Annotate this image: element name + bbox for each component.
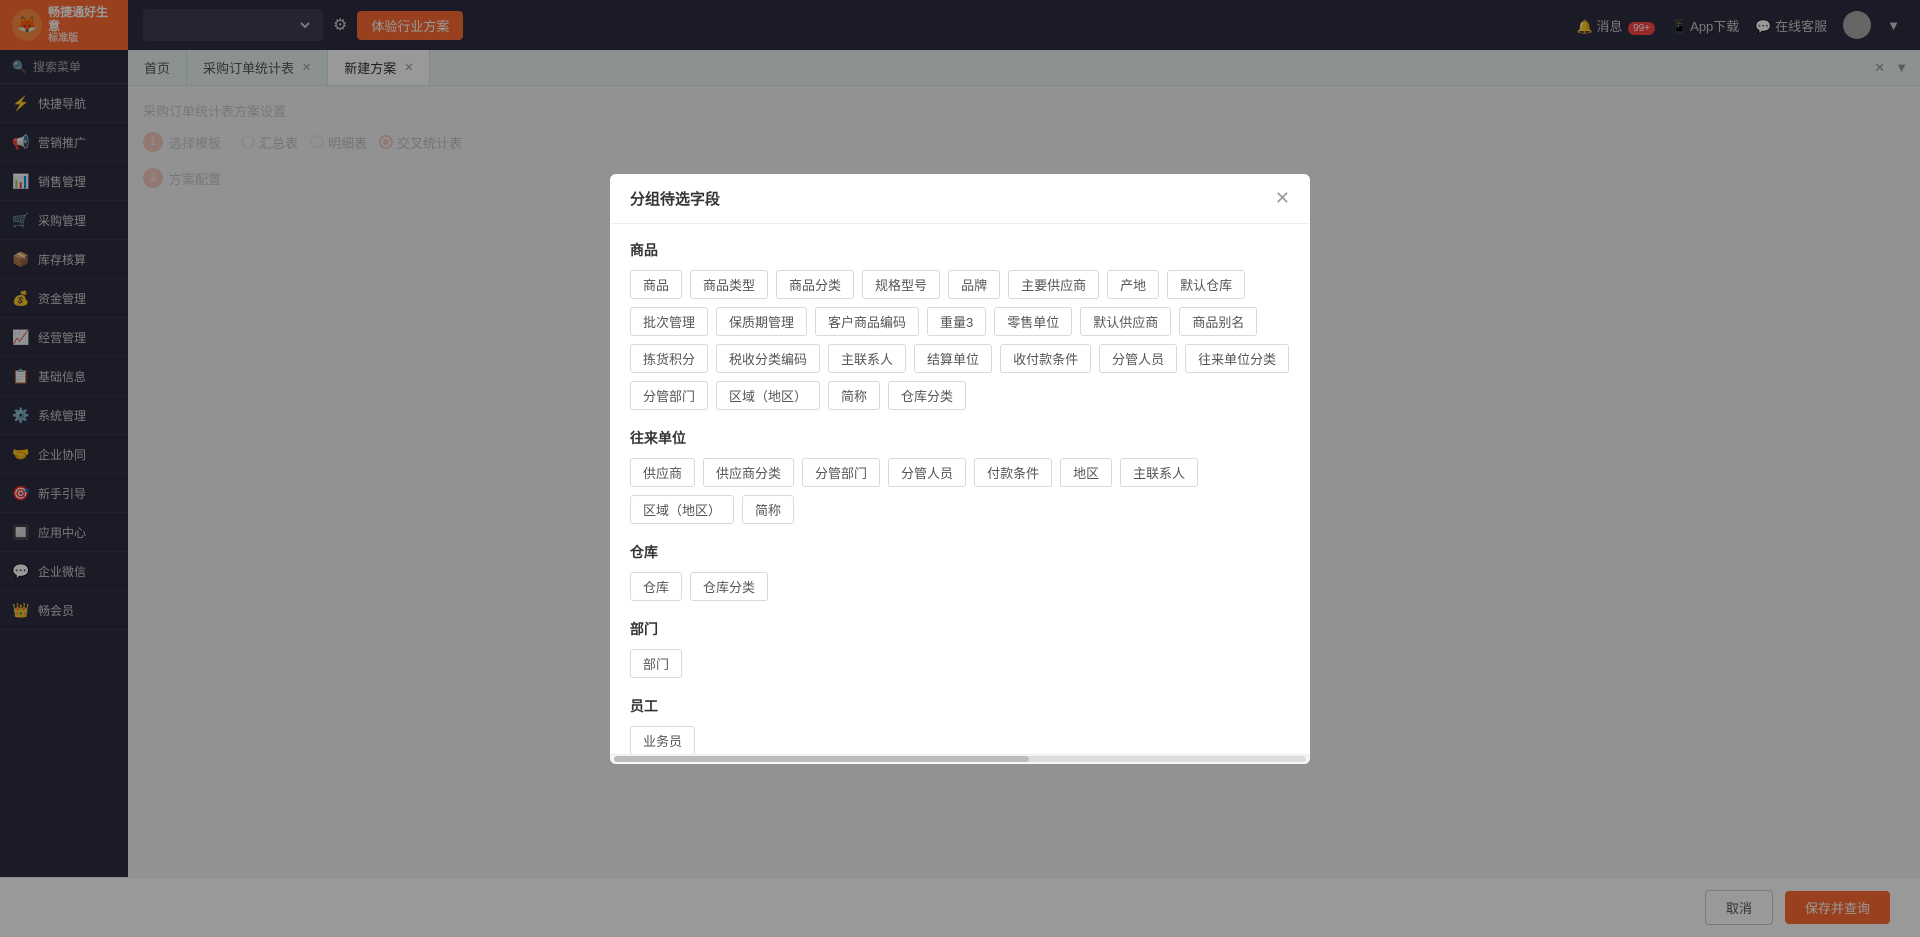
dialog-scrollbar-bottom bbox=[610, 754, 1310, 764]
section-employee: 员工业务员 bbox=[630, 696, 1290, 754]
field-tag-product-15[interactable]: 拣货积分 bbox=[630, 344, 708, 373]
field-tag-partner-3[interactable]: 分管人员 bbox=[888, 458, 966, 487]
field-tag-partner-8[interactable]: 简称 bbox=[742, 495, 794, 524]
field-tags-partner: 供应商供应商分类分管部门分管人员付款条件地区主联系人区域（地区） 简称 bbox=[630, 458, 1290, 524]
field-tag-partner-7[interactable]: 区域（地区） bbox=[630, 495, 734, 524]
field-tag-partner-2[interactable]: 分管部门 bbox=[802, 458, 880, 487]
field-tag-partner-4[interactable]: 付款条件 bbox=[974, 458, 1052, 487]
field-tag-partner-0[interactable]: 供应商 bbox=[630, 458, 695, 487]
section-title-product: 商品 bbox=[630, 240, 1290, 260]
field-tag-product-21[interactable]: 往来单位分类 bbox=[1185, 344, 1289, 373]
field-tag-product-7[interactable]: 默认仓库 bbox=[1167, 270, 1245, 299]
field-tag-product-2[interactable]: 商品分类 bbox=[776, 270, 854, 299]
field-tag-product-10[interactable]: 客户商品编码 bbox=[815, 307, 919, 336]
section-title-warehouse: 仓库 bbox=[630, 542, 1290, 562]
scrollbar-thumb bbox=[614, 756, 1029, 762]
horizontal-scrollbar[interactable] bbox=[614, 756, 1306, 762]
dialog-body[interactable]: 商品商品商品类型商品分类规格型号品牌主要供应商产地默认仓库批次管理保质期管理客户… bbox=[610, 224, 1310, 754]
field-tag-product-13[interactable]: 默认供应商 bbox=[1080, 307, 1171, 336]
field-select-dialog: 分组待选字段 ✕ 商品商品商品类型商品分类规格型号品牌主要供应商产地默认仓库批次… bbox=[610, 174, 1310, 764]
field-tag-product-17[interactable]: 主联系人 bbox=[828, 344, 906, 373]
field-tag-partner-1[interactable]: 供应商分类 bbox=[703, 458, 794, 487]
field-tag-employee-0[interactable]: 业务员 bbox=[630, 726, 695, 754]
field-tag-product-6[interactable]: 产地 bbox=[1107, 270, 1159, 299]
section-product: 商品商品商品类型商品分类规格型号品牌主要供应商产地默认仓库批次管理保质期管理客户… bbox=[630, 240, 1290, 410]
field-tag-product-22[interactable]: 分管部门 bbox=[630, 381, 708, 410]
field-tag-product-23[interactable]: 区域（地区） bbox=[716, 381, 820, 410]
section-title-employee: 员工 bbox=[630, 696, 1290, 716]
field-tag-product-24[interactable]: 简称 bbox=[828, 381, 880, 410]
field-tag-product-11[interactable]: 重量3 bbox=[927, 307, 986, 336]
field-tag-product-1[interactable]: 商品类型 bbox=[690, 270, 768, 299]
field-tag-product-20[interactable]: 分管人员 bbox=[1099, 344, 1177, 373]
field-tags-product: 商品商品类型商品分类规格型号品牌主要供应商产地默认仓库批次管理保质期管理客户商品… bbox=[630, 270, 1290, 410]
field-tag-product-19[interactable]: 收付款条件 bbox=[1000, 344, 1091, 373]
field-tag-warehouse-1[interactable]: 仓库分类 bbox=[690, 572, 768, 601]
field-tag-product-12[interactable]: 零售单位 bbox=[994, 307, 1072, 336]
field-tag-product-8[interactable]: 批次管理 bbox=[630, 307, 708, 336]
field-tag-product-25[interactable]: 仓库分类 bbox=[888, 381, 966, 410]
section-department: 部门部门 bbox=[630, 619, 1290, 678]
field-tag-product-18[interactable]: 结算单位 bbox=[914, 344, 992, 373]
field-tag-product-16[interactable]: 税收分类编码 bbox=[716, 344, 820, 373]
field-tags-warehouse: 仓库仓库分类 bbox=[630, 572, 1290, 601]
section-partner: 往来单位供应商供应商分类分管部门分管人员付款条件地区主联系人区域（地区） 简称 bbox=[630, 428, 1290, 524]
close-icon[interactable]: ✕ bbox=[1275, 188, 1290, 209]
field-tag-product-4[interactable]: 品牌 bbox=[948, 270, 1000, 299]
field-tag-partner-6[interactable]: 主联系人 bbox=[1120, 458, 1198, 487]
field-tag-partner-5[interactable]: 地区 bbox=[1060, 458, 1112, 487]
dialog-title: 分组待选字段 bbox=[630, 188, 720, 209]
section-warehouse: 仓库仓库仓库分类 bbox=[630, 542, 1290, 601]
field-tag-department-0[interactable]: 部门 bbox=[630, 649, 682, 678]
field-tag-product-3[interactable]: 规格型号 bbox=[862, 270, 940, 299]
field-tags-department: 部门 bbox=[630, 649, 1290, 678]
section-title-partner: 往来单位 bbox=[630, 428, 1290, 448]
field-tag-product-9[interactable]: 保质期管理 bbox=[716, 307, 807, 336]
field-tags-employee: 业务员 bbox=[630, 726, 1290, 754]
field-tag-product-14[interactable]: 商品别名 bbox=[1179, 307, 1257, 336]
dialog-header: 分组待选字段 ✕ bbox=[610, 174, 1310, 224]
field-tag-product-5[interactable]: 主要供应商 bbox=[1008, 270, 1099, 299]
field-tag-warehouse-0[interactable]: 仓库 bbox=[630, 572, 682, 601]
section-title-department: 部门 bbox=[630, 619, 1290, 639]
field-tag-product-0[interactable]: 商品 bbox=[630, 270, 682, 299]
